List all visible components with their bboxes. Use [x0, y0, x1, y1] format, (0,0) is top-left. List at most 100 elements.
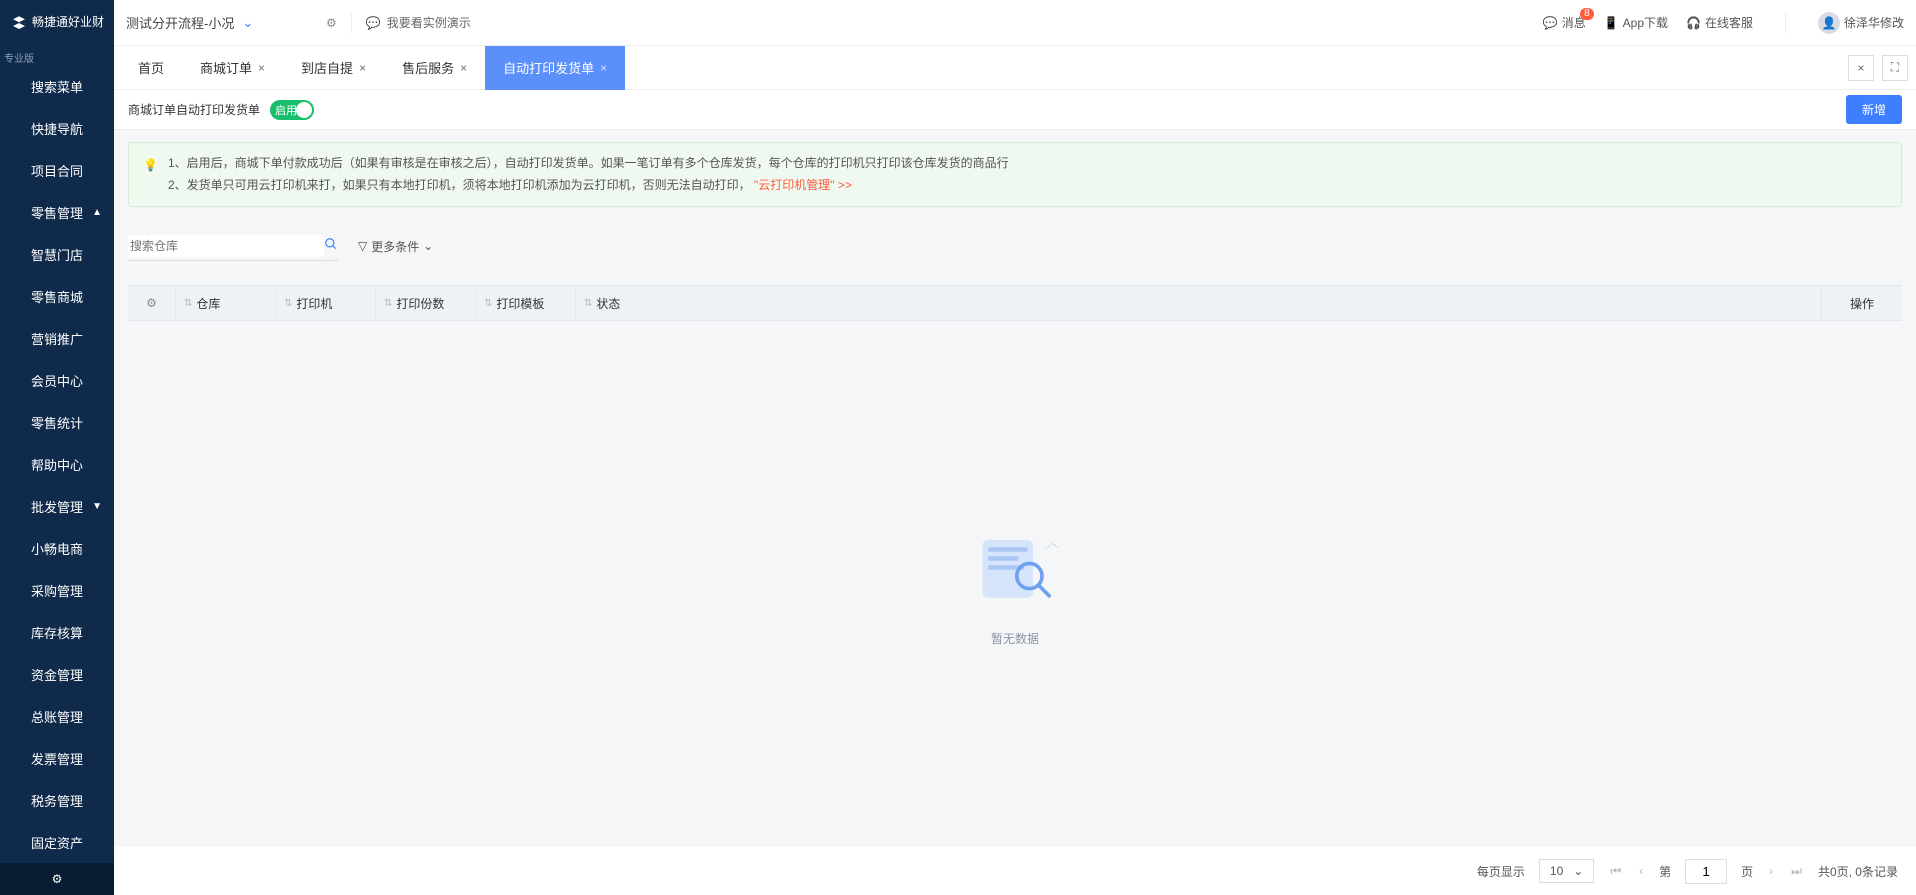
- sidebar-sub-retail-mall[interactable]: 零售商城: [0, 275, 114, 317]
- empty-state: 暂无数据: [128, 321, 1902, 847]
- sidebar-settings[interactable]: ⚙: [0, 863, 114, 895]
- sidebar-item-purchase[interactable]: 采购管理: [0, 569, 114, 611]
- sort-icon: ⇅: [184, 298, 192, 309]
- sidebar-nav: 搜索菜单 快捷导航 项目合同 零售管理 ▲ 智慧门店 零售商城 营销推广 会员中…: [0, 65, 114, 863]
- sidebar-item-wholesale[interactable]: 批发管理 ▼: [0, 485, 114, 527]
- message-badge: 8: [1580, 8, 1594, 20]
- messages-button[interactable]: 💬 消息 8: [1543, 14, 1586, 31]
- enable-toggle[interactable]: 启用: [270, 100, 314, 120]
- sidebar-sub-member[interactable]: 会员中心: [0, 359, 114, 401]
- fullscreen-button[interactable]: ⛶: [1882, 55, 1908, 81]
- separator: [351, 13, 352, 33]
- prev-page-button[interactable]: ‹: [1637, 864, 1645, 878]
- message-icon: 💬: [1543, 16, 1558, 30]
- col-warehouse[interactable]: ⇅仓库: [176, 286, 276, 320]
- close-icon[interactable]: ×: [359, 61, 366, 75]
- last-page-button[interactable]: ⏭: [1789, 864, 1804, 879]
- sort-icon: ⇅: [284, 298, 292, 309]
- sidebar-item-quick-nav[interactable]: 快捷导航: [0, 107, 114, 149]
- table-header: ⚙ ⇅仓库 ⇅打印机 ⇅打印份数 ⇅打印模板 ⇅状态 操作: [128, 285, 1902, 321]
- brand-logo: 畅捷通好业财: [0, 0, 114, 46]
- demo-link[interactable]: 💬 我要看实例演示: [366, 14, 471, 31]
- tab-pickup[interactable]: 到店自提×: [283, 46, 384, 90]
- gear-icon: ⚙: [146, 296, 157, 310]
- close-icon[interactable]: ×: [258, 61, 265, 75]
- separator: [1785, 13, 1786, 33]
- sidebar-sub-help[interactable]: 帮助中心: [0, 443, 114, 485]
- gear-icon[interactable]: ⚙: [326, 16, 337, 30]
- expand-icon: ⛶: [1891, 60, 1899, 75]
- sidebar-item-invoice[interactable]: 发票管理: [0, 737, 114, 779]
- empty-icon: [960, 522, 1070, 612]
- org-selector[interactable]: 测试分开流程-小况 ⌄: [126, 13, 326, 32]
- sidebar-item-inventory[interactable]: 库存核算: [0, 611, 114, 653]
- col-status[interactable]: ⇅状态: [576, 286, 1822, 320]
- search-box: [128, 231, 338, 261]
- sidebar-item-project-contract[interactable]: 项目合同: [0, 149, 114, 191]
- chevron-down-icon: ⌄: [1573, 864, 1583, 878]
- bulb-icon: 💡: [143, 155, 158, 196]
- gear-icon: ⚙: [52, 872, 63, 886]
- col-template[interactable]: ⇅打印模板: [476, 286, 576, 320]
- tab-mall-order[interactable]: 商城订单×: [182, 46, 283, 90]
- topbar: 测试分开流程-小况 ⌄ ⚙ 💬 我要看实例演示 💬 消息 8 📱 App下载: [114, 0, 1916, 46]
- main-area: 测试分开流程-小况 ⌄ ⚙ 💬 我要看实例演示 💬 消息 8 📱 App下载: [114, 0, 1916, 895]
- col-printer[interactable]: ⇅打印机: [276, 286, 376, 320]
- app-download-button[interactable]: 📱 App下载: [1604, 14, 1668, 31]
- org-name: 测试分开流程-小况: [126, 13, 234, 32]
- page-prefix: 第: [1659, 863, 1671, 880]
- warehouse-search-input[interactable]: [128, 235, 324, 257]
- sidebar-item-retail-mgmt[interactable]: 零售管理 ▲: [0, 191, 114, 233]
- sidebar-sub-smart-store[interactable]: 智慧门店: [0, 233, 114, 275]
- sidebar-item-ledger[interactable]: 总账管理: [0, 695, 114, 737]
- page-number-input[interactable]: [1685, 859, 1727, 884]
- per-page-select[interactable]: 10 ⌄: [1539, 859, 1594, 883]
- new-button[interactable]: 新增: [1846, 95, 1902, 124]
- column-settings-button[interactable]: ⚙: [128, 286, 176, 320]
- tab-aftersales[interactable]: 售后服务×: [384, 46, 485, 90]
- data-table: ⚙ ⇅仓库 ⇅打印机 ⇅打印份数 ⇅打印模板 ⇅状态 操作: [128, 285, 1902, 847]
- close-icon[interactable]: ×: [600, 61, 607, 75]
- close-icon: ×: [1857, 61, 1864, 75]
- avatar-icon: 👤: [1818, 12, 1840, 34]
- close-icon[interactable]: ×: [460, 61, 467, 75]
- tip-line-2: 2、发货单只可用云打印机来打，如果只有本地打印机，须将本地打印机添加为云打印机，…: [168, 175, 1009, 197]
- chat-icon: 💬: [366, 16, 381, 30]
- search-icon[interactable]: [324, 237, 338, 254]
- tip-banner: 💡 1、启用后，商城下单付款成功后（如果有审核是在审核之后），自动打印发货单。如…: [128, 142, 1902, 207]
- sidebar-sub-retail-stats[interactable]: 零售统计: [0, 401, 114, 443]
- pagination: 每页显示 10 ⌄ ⏮ ‹ 第 页 › ⏭ 共0页, 0条记录: [114, 847, 1916, 895]
- sidebar-item-search-menu[interactable]: 搜索菜单: [0, 65, 114, 107]
- filter-icon: ▽: [358, 239, 367, 253]
- tab-home[interactable]: 首页: [120, 46, 182, 90]
- page-title: 商城订单自动打印发货单: [128, 101, 260, 118]
- sort-icon: ⇅: [384, 298, 392, 309]
- brand-icon: [10, 14, 28, 32]
- headset-icon: 🎧: [1686, 16, 1701, 30]
- online-support-button[interactable]: 🎧 在线客服: [1686, 14, 1753, 31]
- sidebar-item-tax[interactable]: 税务管理: [0, 779, 114, 821]
- next-page-button[interactable]: ›: [1767, 864, 1775, 878]
- content-area: 💡 1、启用后，商城下单付款成功后（如果有审核是在审核之后），自动打印发货单。如…: [114, 130, 1916, 847]
- first-page-button[interactable]: ⏮: [1608, 864, 1623, 879]
- sort-icon: ⇅: [584, 298, 592, 309]
- per-page-label: 每页显示: [1477, 863, 1525, 880]
- user-menu[interactable]: 👤 徐泽华修改: [1818, 12, 1904, 34]
- sidebar-item-ecommerce[interactable]: 小畅电商: [0, 527, 114, 569]
- empty-text: 暂无数据: [991, 630, 1039, 647]
- toggle-knob: [296, 102, 312, 118]
- chevron-down-icon: ⌄: [242, 15, 253, 31]
- col-action: 操作: [1822, 286, 1902, 320]
- close-all-tabs-button[interactable]: ×: [1848, 55, 1874, 81]
- tab-auto-print[interactable]: 自动打印发货单×: [485, 46, 625, 90]
- col-copies[interactable]: ⇅打印份数: [376, 286, 476, 320]
- sidebar-sub-marketing[interactable]: 营销推广: [0, 317, 114, 359]
- brand-edition: 专业版: [0, 50, 114, 65]
- cloud-printer-link[interactable]: "云打印机管理" >>: [754, 178, 852, 192]
- sidebar-item-funds[interactable]: 资金管理: [0, 653, 114, 695]
- tip-line-1: 1、启用后，商城下单付款成功后（如果有审核是在审核之后），自动打印发货单。如果一…: [168, 153, 1009, 175]
- pagination-summary: 共0页, 0条记录: [1818, 863, 1898, 880]
- sidebar-item-assets[interactable]: 固定资产: [0, 821, 114, 863]
- chevron-down-icon: ▼: [92, 501, 102, 512]
- more-conditions-button[interactable]: ▽ 更多条件 ⌄: [358, 238, 433, 255]
